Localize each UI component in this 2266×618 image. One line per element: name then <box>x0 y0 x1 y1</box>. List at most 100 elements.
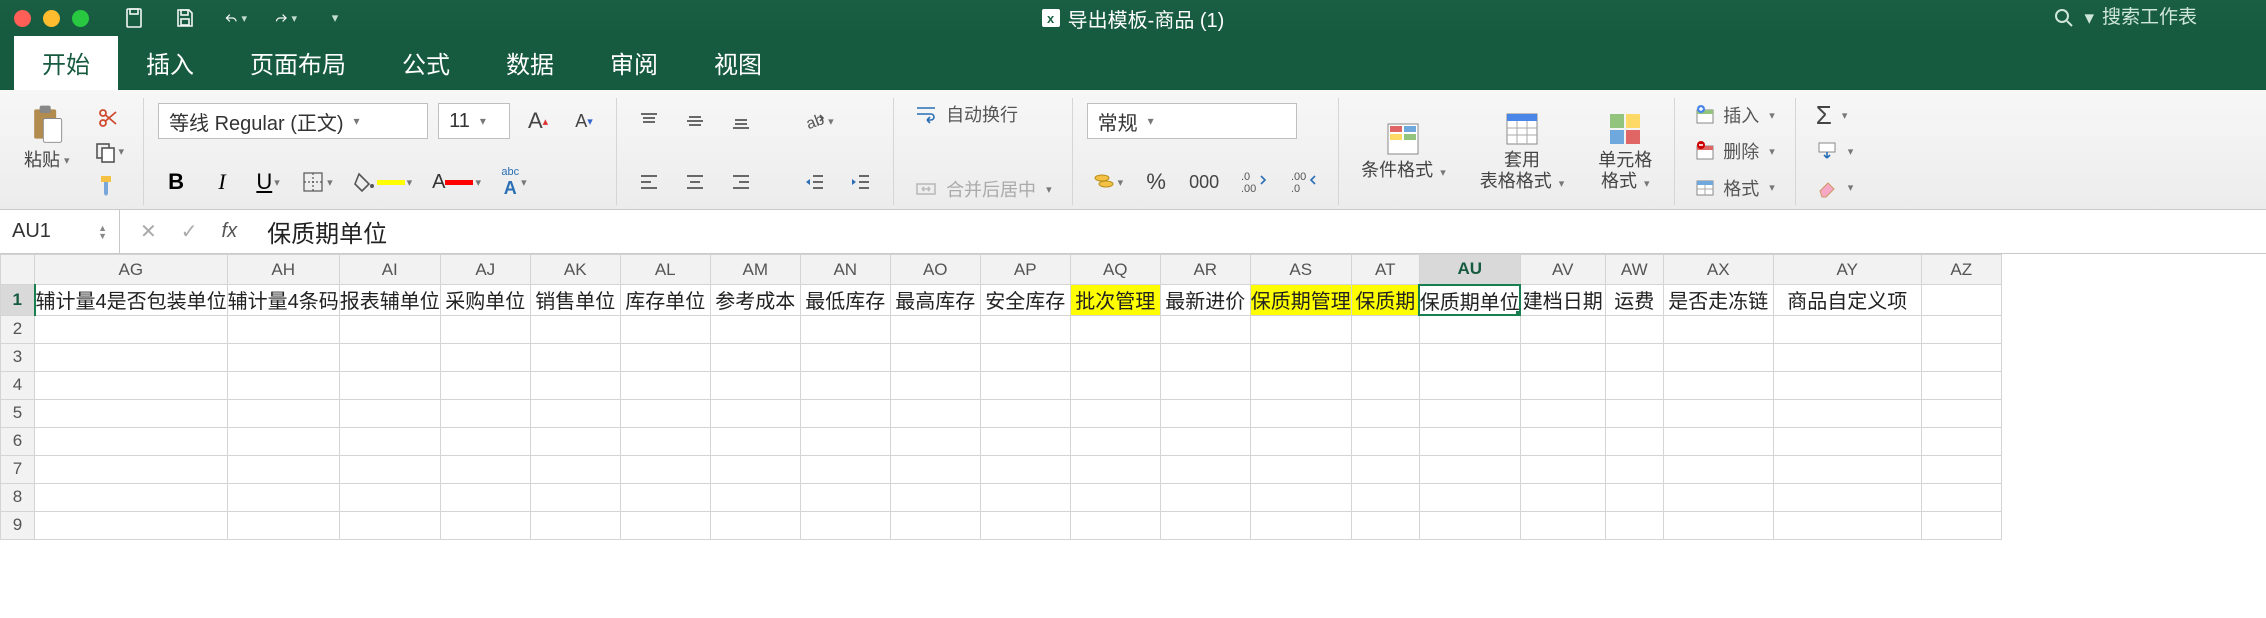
cell-AH2[interactable] <box>227 315 339 343</box>
cell-AJ8[interactable] <box>440 483 530 511</box>
cell-AX2[interactable] <box>1663 315 1773 343</box>
cell-AH3[interactable] <box>227 343 339 371</box>
cell-AU2[interactable] <box>1419 315 1520 343</box>
cell-AW6[interactable] <box>1605 427 1663 455</box>
cell-AQ1[interactable]: 批次管理 <box>1070 285 1160 316</box>
cell-AT2[interactable] <box>1351 315 1419 343</box>
conditional-formatting-button[interactable]: 条件格式 ▾ <box>1353 118 1454 185</box>
underline-button[interactable]: U▾ <box>250 164 286 200</box>
cell-AP7[interactable] <box>980 455 1070 483</box>
cell-AI5[interactable] <box>339 399 440 427</box>
row-header-9[interactable]: 9 <box>1 511 35 539</box>
cell-AQ2[interactable] <box>1070 315 1160 343</box>
cell-AV5[interactable] <box>1520 399 1605 427</box>
cell-AL1[interactable]: 库存单位 <box>620 285 710 316</box>
align-bottom-button[interactable] <box>723 103 759 139</box>
column-header-AG[interactable]: AG <box>35 255 228 285</box>
cell-AK7[interactable] <box>530 455 620 483</box>
align-middle-button[interactable] <box>677 103 713 139</box>
name-box-down[interactable]: ▼ <box>98 232 107 240</box>
cell-AT3[interactable] <box>1351 343 1419 371</box>
cell-AS5[interactable] <box>1250 399 1351 427</box>
font-name-combo[interactable]: 等线 Regular (正文)▾ <box>158 103 428 139</box>
tab-page-layout[interactable]: 页面布局 <box>222 33 374 90</box>
cell-AR4[interactable] <box>1160 371 1250 399</box>
cell-AZ1[interactable] <box>1921 285 2001 316</box>
number-format-combo[interactable]: 常规▾ <box>1087 103 1297 139</box>
cell-AG6[interactable] <box>35 427 228 455</box>
cell-AQ8[interactable] <box>1070 483 1160 511</box>
cell-AY1[interactable]: 商品自定义项 <box>1773 285 1921 316</box>
decrease-decimal-button[interactable]: .00.0 <box>1284 164 1324 200</box>
cell-AL8[interactable] <box>620 483 710 511</box>
cell-AQ5[interactable] <box>1070 399 1160 427</box>
close-window-button[interactable] <box>14 10 31 27</box>
cell-AU9[interactable] <box>1419 511 1520 539</box>
cell-AP8[interactable] <box>980 483 1070 511</box>
cell-AK3[interactable] <box>530 343 620 371</box>
cell-AR6[interactable] <box>1160 427 1250 455</box>
autosave-icon[interactable] <box>123 6 147 30</box>
cell-AW8[interactable] <box>1605 483 1663 511</box>
cell-AR7[interactable] <box>1160 455 1250 483</box>
cell-AI2[interactable] <box>339 315 440 343</box>
cell-AU6[interactable] <box>1419 427 1520 455</box>
cell-AT7[interactable] <box>1351 455 1419 483</box>
format-painter-button[interactable] <box>88 169 130 201</box>
column-header-AM[interactable]: AM <box>710 255 800 285</box>
percent-button[interactable]: % <box>1138 164 1174 200</box>
cell-AS2[interactable] <box>1250 315 1351 343</box>
cut-button[interactable] <box>88 102 130 134</box>
cell-AX3[interactable] <box>1663 343 1773 371</box>
column-header-AS[interactable]: AS <box>1250 255 1351 285</box>
cell-AH6[interactable] <box>227 427 339 455</box>
cell-AT4[interactable] <box>1351 371 1419 399</box>
cell-AY3[interactable] <box>1773 343 1921 371</box>
cell-AI6[interactable] <box>339 427 440 455</box>
cell-AY8[interactable] <box>1773 483 1921 511</box>
fill-color-button[interactable]: ▾ <box>348 164 418 200</box>
column-header-AN[interactable]: AN <box>800 255 890 285</box>
cell-AP6[interactable] <box>980 427 1070 455</box>
border-button[interactable]: ▾ <box>296 164 338 200</box>
cell-AH5[interactable] <box>227 399 339 427</box>
row-header-7[interactable]: 7 <box>1 455 35 483</box>
cell-AI1[interactable]: 报表辅单位 <box>339 285 440 316</box>
cell-AU5[interactable] <box>1419 399 1520 427</box>
cell-AN1[interactable]: 最低库存 <box>800 285 890 316</box>
comma-button[interactable]: 000 <box>1184 164 1224 200</box>
cell-AG2[interactable] <box>35 315 228 343</box>
cell-AW3[interactable] <box>1605 343 1663 371</box>
cell-AO4[interactable] <box>890 371 980 399</box>
cell-AJ3[interactable] <box>440 343 530 371</box>
cell-AP1[interactable]: 安全库存 <box>980 285 1070 316</box>
cell-AS6[interactable] <box>1250 427 1351 455</box>
align-left-button[interactable] <box>631 164 667 200</box>
customize-qat-icon[interactable]: ▾ <box>323 6 347 30</box>
tab-data[interactable]: 数据 <box>478 33 582 90</box>
cancel-formula-button[interactable]: ✕ <box>140 219 157 244</box>
cell-AT8[interactable] <box>1351 483 1419 511</box>
cell-AQ9[interactable] <box>1070 511 1160 539</box>
name-box[interactable]: AU1 ▲▼ <box>0 210 120 253</box>
cell-AR3[interactable] <box>1160 343 1250 371</box>
row-header-2[interactable]: 2 <box>1 315 35 343</box>
cell-AU1[interactable]: 保质期单位 <box>1419 285 1520 316</box>
column-header-AX[interactable]: AX <box>1663 255 1773 285</box>
cell-AK8[interactable] <box>530 483 620 511</box>
column-header-AT[interactable]: AT <box>1351 255 1419 285</box>
formula-input[interactable] <box>257 218 2266 246</box>
cell-AL6[interactable] <box>620 427 710 455</box>
column-header-AO[interactable]: AO <box>890 255 980 285</box>
cell-AZ4[interactable] <box>1921 371 2001 399</box>
cell-AW9[interactable] <box>1605 511 1663 539</box>
cell-AY9[interactable] <box>1773 511 1921 539</box>
cell-AI9[interactable] <box>339 511 440 539</box>
cell-AS4[interactable] <box>1250 371 1351 399</box>
cell-AK1[interactable]: 销售单位 <box>530 285 620 316</box>
cell-AN8[interactable] <box>800 483 890 511</box>
cell-AH8[interactable] <box>227 483 339 511</box>
cell-AV8[interactable] <box>1520 483 1605 511</box>
cell-AM7[interactable] <box>710 455 800 483</box>
column-header-AZ[interactable]: AZ <box>1921 255 2001 285</box>
